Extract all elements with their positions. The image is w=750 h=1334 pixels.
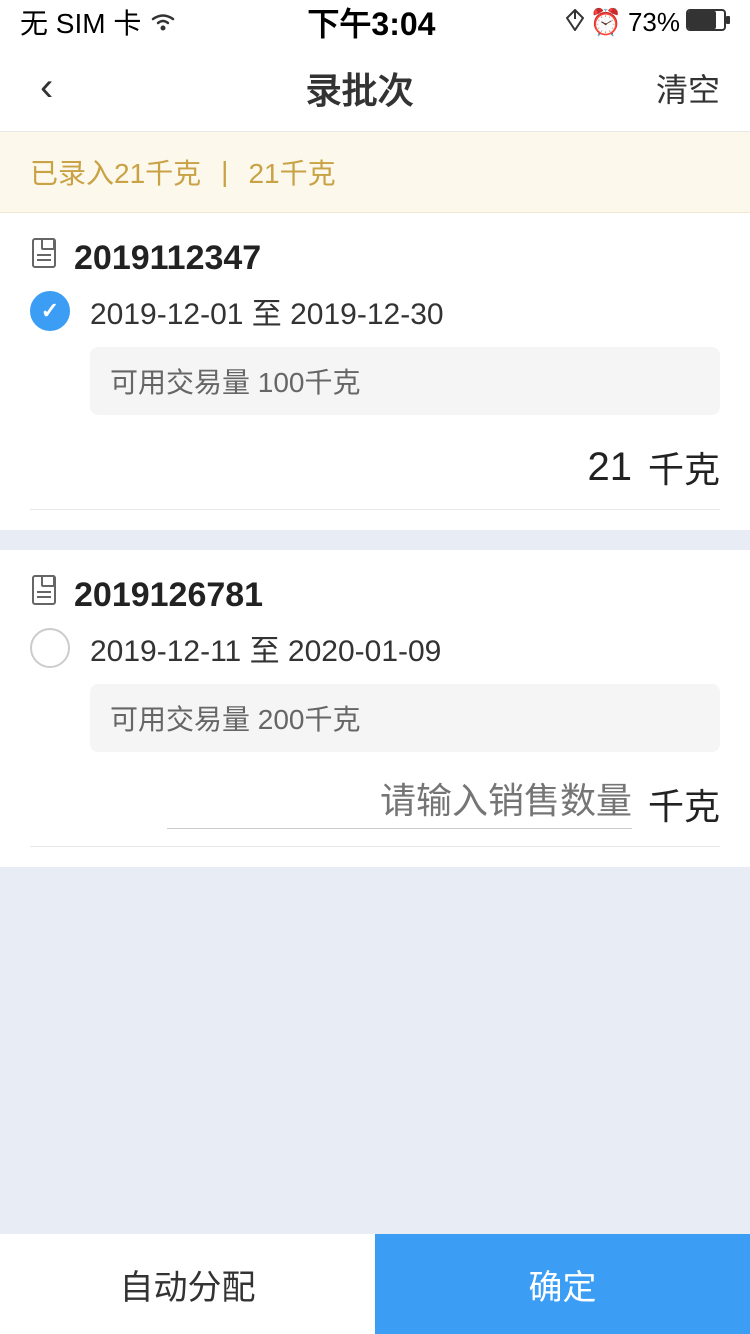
status-right: ⏰ 73%	[566, 7, 730, 38]
batch-date-row-1: 2019-12-01 至 2019-12-30	[30, 289, 720, 333]
location-icon	[566, 7, 584, 38]
avail-box-1: 可用交易量 100千克	[90, 347, 720, 415]
batch-date-1: 2019-12-01 至 2019-12-30	[90, 289, 444, 333]
batch-header-1: 2019112347	[30, 237, 720, 279]
batch-item-2: 2019126781 2019-12-11 至 2020-01-09 可用交易量…	[0, 550, 750, 867]
clear-button[interactable]: 清空	[656, 65, 720, 111]
doc-icon-1	[30, 237, 64, 279]
batch-header-2: 2019126781	[30, 574, 720, 616]
quantity-value-1: 21	[587, 445, 632, 490]
confirm-button[interactable]: 确定	[375, 1234, 750, 1334]
info-divider: |	[221, 156, 228, 188]
battery-percent: 73%	[628, 7, 680, 38]
batch-id-2: 2019126781	[74, 576, 263, 615]
radio-2[interactable]	[30, 628, 70, 668]
bottom-bar: 自动分配 确定	[0, 1234, 750, 1334]
batch-item-1: 2019112347 2019-12-01 至 2019-12-30 可用交易量…	[0, 213, 750, 530]
auto-distribute-button[interactable]: 自动分配	[0, 1234, 375, 1334]
battery-icon	[686, 7, 730, 38]
info-banner: 已录入21千克 | 21千克	[0, 132, 750, 213]
section-separator-1	[0, 530, 750, 550]
quantity-input-row-2: 千克	[30, 762, 720, 847]
avail-box-2: 可用交易量 200千克	[90, 684, 720, 752]
section-separator-2	[0, 867, 750, 887]
recorded-label: 已录入21千克	[30, 152, 201, 192]
radio-1[interactable]	[30, 291, 70, 331]
back-button[interactable]: ‹	[30, 55, 63, 120]
wifi-icon	[149, 6, 177, 38]
doc-icon-2	[30, 574, 64, 616]
quantity-unit-2: 千克	[648, 778, 720, 830]
batch-date-row-2: 2019-12-11 至 2020-01-09	[30, 626, 720, 670]
status-time: 下午3:04	[307, 0, 435, 45]
batch-id-1: 2019112347	[74, 239, 261, 278]
status-bar: 无 SIM 卡 下午3:04 ⏰ 73%	[0, 0, 750, 44]
quantity-unit-1: 千克	[648, 441, 720, 493]
status-carrier: 无 SIM 卡	[20, 2, 177, 42]
input-wrapper-2	[167, 780, 632, 829]
quantity-input-2[interactable]	[167, 780, 632, 822]
batch-date-2: 2019-12-11 至 2020-01-09	[90, 626, 441, 670]
nav-bar: ‹ 录批次 清空	[0, 44, 750, 132]
page-title: 录批次	[306, 62, 414, 114]
alarm-icon: ⏰	[590, 7, 622, 38]
total-value: 21千克	[248, 152, 335, 192]
carrier-text: 无 SIM 卡	[20, 2, 141, 42]
quantity-row-1: 21 千克	[30, 425, 720, 510]
